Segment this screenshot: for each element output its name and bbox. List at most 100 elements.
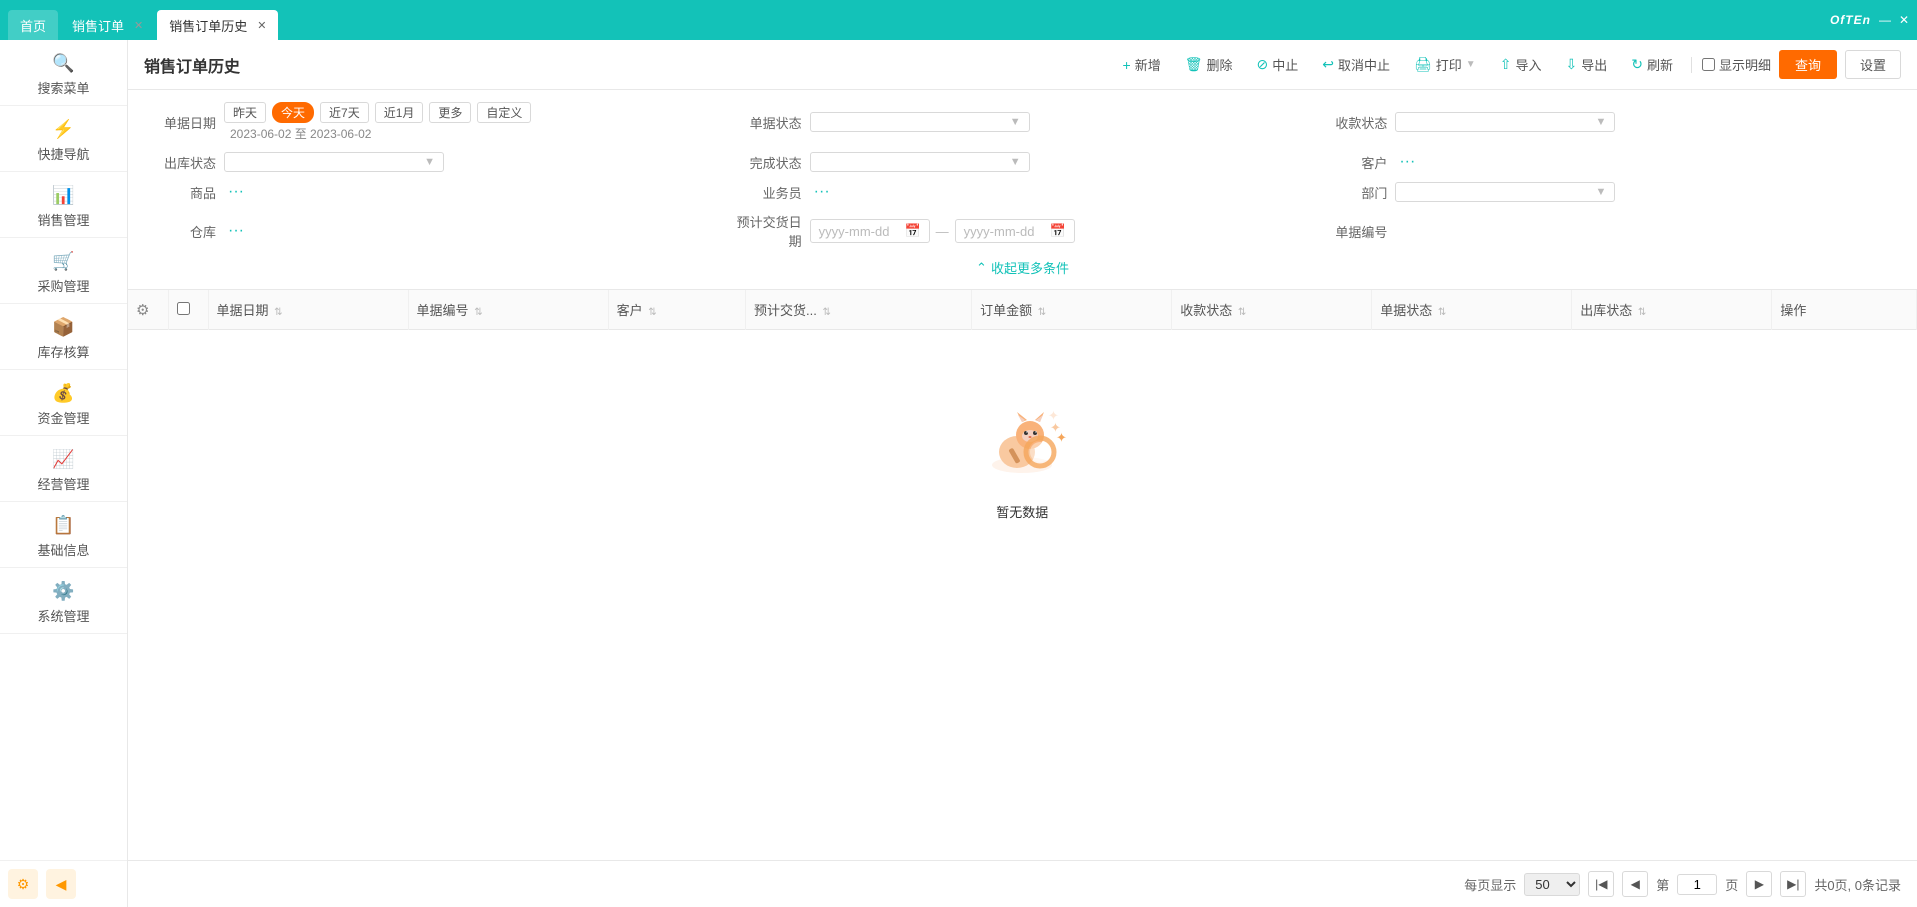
cancel-stop-button[interactable]: ↩ 取消中止 [1314, 51, 1398, 78]
sort-delivery-icon[interactable]: ⇅ [822, 307, 830, 318]
purchase-mgmt-icon: 🛒 [53, 250, 75, 272]
out-status-select[interactable]: ▼ [224, 152, 444, 172]
sidebar-item-purchase-mgmt-label: 采购管理 [37, 276, 89, 295]
more-btn[interactable]: 更多 [429, 102, 471, 123]
query-button[interactable]: 查询 [1779, 50, 1837, 79]
date-range-text: 2023-06-02 至 2023-06-02 [230, 125, 531, 142]
order-status-select[interactable]: ▼ [810, 112, 1030, 132]
page-size-select[interactable]: 50 10 20 100 [1524, 873, 1580, 896]
table-body: ✦ ✦ ✦ 暂无数据 [128, 330, 1917, 582]
tab-sales-order-history-close[interactable]: ✕ [257, 19, 266, 32]
delivery-date-start[interactable]: yyyy-mm-dd 📅 [810, 219, 930, 243]
today-btn[interactable]: 今天 [272, 102, 314, 123]
delivery-date-end-placeholder: yyyy-mm-dd [964, 224, 1035, 239]
delivery-date-end[interactable]: yyyy-mm-dd 📅 [955, 219, 1075, 243]
add-button[interactable]: + 新增 [1115, 51, 1169, 78]
prev-page-btn[interactable]: ◀ [1622, 871, 1648, 897]
display-column-label: 显示明细 [1719, 55, 1771, 74]
stop-button[interactable]: ⊘ 中止 [1249, 51, 1307, 78]
operation-mgmt-icon: 📈 [53, 448, 75, 470]
warehouse-dots-btn[interactable]: ··· [224, 222, 248, 240]
sort-order-status-icon[interactable]: ⇅ [1438, 307, 1446, 318]
delete-icon: 🗑 [1185, 56, 1203, 73]
sort-payment-status-icon[interactable]: ⇅ [1238, 307, 1246, 318]
base-info-icon: 📋 [53, 514, 75, 536]
1month-btn[interactable]: 近1月 [375, 102, 424, 123]
brand-label: OfTEn [1830, 13, 1871, 27]
7days-btn[interactable]: 近7天 [320, 102, 369, 123]
th-action-label: 操作 [1780, 303, 1806, 318]
sidebar-item-system-mgmt-label: 系统管理 [37, 606, 89, 625]
th-payment-status-label: 收款状态 [1180, 303, 1232, 318]
sort-out-status-icon[interactable]: ⇅ [1638, 307, 1646, 318]
sidebar-item-fund-mgmt-label: 资金管理 [37, 408, 89, 427]
close-btn[interactable]: ✕ [1899, 13, 1909, 27]
sort-amount-icon[interactable]: ⇅ [1038, 307, 1046, 318]
filter-salesman-cell: 业务员 ··· [730, 182, 1316, 202]
sidebar-item-system-mgmt[interactable]: ⚙️ 系统管理 [0, 568, 127, 634]
minimize-btn[interactable]: — [1879, 13, 1891, 27]
payment-status-select[interactable]: ▼ [1395, 112, 1615, 132]
custom-btn[interactable]: 自定义 [477, 102, 531, 123]
sidebar-item-search-menu[interactable]: 🔍 搜索菜单 [0, 40, 127, 106]
sidebar-collapse-btn[interactable]: ◀ [46, 869, 76, 899]
sidebar-item-operation-mgmt[interactable]: 📈 经营管理 [0, 436, 127, 502]
payment-status-arrow: ▼ [1595, 116, 1606, 128]
print-icon: 🖨 [1414, 56, 1432, 73]
pagination-bar: 每页显示 50 10 20 100 |◀ ◀ 第 页 ▶ ▶| 共0页, 0条记… [128, 860, 1917, 907]
product-label: 商品 [144, 183, 224, 202]
delivery-date-start-placeholder: yyyy-mm-dd [819, 224, 890, 239]
select-all-checkbox[interactable] [177, 302, 190, 315]
th-date: 单据日期 ⇅ [208, 290, 408, 330]
tab-home[interactable]: 首页 [8, 10, 58, 40]
th-date-label: 单据日期 [217, 303, 269, 318]
th-out-status-label: 出库状态 [1580, 303, 1632, 318]
filter-date-cell: 单据日期 昨天 今天 近7天 近1月 更多 自定义 2023-06-02 至 2… [144, 102, 730, 142]
settings-button[interactable]: 设置 [1845, 50, 1901, 79]
delete-button[interactable]: 🗑 删除 [1177, 51, 1241, 78]
svg-text:✦: ✦ [1056, 430, 1067, 445]
next-page-btn[interactable]: ▶ [1746, 871, 1772, 897]
th-settings: ⚙ [128, 290, 168, 330]
sort-order-no-icon[interactable]: ⇅ [474, 307, 482, 318]
sidebar-item-sales-mgmt-label: 销售管理 [37, 210, 89, 229]
yesterday-btn[interactable]: 昨天 [224, 102, 266, 123]
filter-area: 单据日期 昨天 今天 近7天 近1月 更多 自定义 2023-06-02 至 2… [128, 90, 1917, 290]
first-page-btn[interactable]: |◀ [1588, 871, 1614, 897]
print-button[interactable]: 🖨 打印 ▼ [1406, 51, 1484, 78]
sort-customer-icon[interactable]: ⇅ [648, 307, 656, 318]
complete-status-label: 完成状态 [730, 153, 810, 172]
product-dots-btn[interactable]: ··· [224, 183, 248, 201]
date-sep: — [936, 224, 949, 239]
salesman-dots-btn[interactable]: ··· [810, 183, 834, 201]
display-column-checkbox[interactable] [1702, 58, 1715, 71]
import-button[interactable]: ⇧ 导入 [1492, 51, 1550, 78]
customer-dots-btn[interactable]: ··· [1395, 153, 1419, 171]
dept-select[interactable]: ▼ [1395, 182, 1615, 202]
order-status-arrow: ▼ [1010, 116, 1021, 128]
table-settings-icon[interactable]: ⚙ [136, 302, 149, 319]
collapse-label: 收起更多条件 [991, 258, 1069, 277]
sort-date-icon[interactable]: ⇅ [274, 307, 282, 318]
sidebar-item-fund-mgmt[interactable]: 💰 资金管理 [0, 370, 127, 436]
sidebar-settings-btn[interactable]: ⚙ [8, 869, 38, 899]
last-page-btn[interactable]: ▶| [1780, 871, 1806, 897]
collapse-row[interactable]: ⌃ 收起更多条件 [144, 258, 1901, 277]
tab-sales-order-close[interactable]: ✕ [134, 19, 143, 32]
export-button[interactable]: ⇩ 导出 [1557, 51, 1615, 78]
sidebar-item-base-info[interactable]: 📋 基础信息 [0, 502, 127, 568]
display-column-toggle[interactable]: 显示明细 [1702, 55, 1771, 74]
sidebar-item-quick-nav[interactable]: ⚡ 快捷导航 [0, 106, 127, 172]
tab-sales-order[interactable]: 销售订单 ✕ [60, 10, 155, 40]
tab-sales-order-history[interactable]: 销售订单历史 ✕ [157, 10, 278, 40]
complete-status-select[interactable]: ▼ [810, 152, 1030, 172]
print-dropdown-icon: ▼ [1466, 59, 1476, 70]
quick-nav-icon: ⚡ [53, 118, 75, 140]
complete-status-arrow: ▼ [1010, 156, 1021, 168]
page-number-input[interactable] [1677, 874, 1717, 895]
sidebar-item-purchase-mgmt[interactable]: 🛒 采购管理 [0, 238, 127, 304]
sidebar-item-inventory[interactable]: 📦 库存核算 [0, 304, 127, 370]
page-title: 销售订单历史 [144, 53, 240, 77]
refresh-button[interactable]: ↻ 刷新 [1623, 51, 1681, 78]
sidebar-item-sales-mgmt[interactable]: 📊 销售管理 [0, 172, 127, 238]
